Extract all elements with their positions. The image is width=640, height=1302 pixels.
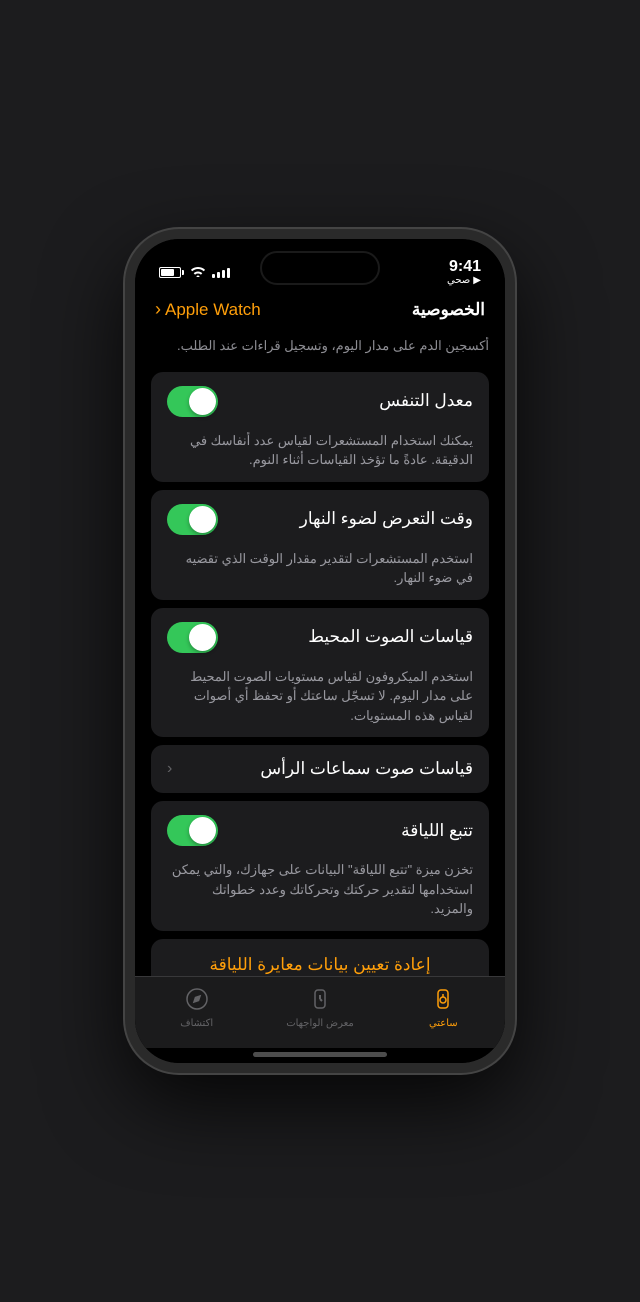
health-label: صحي ▶ [447,275,481,286]
dynamic-island [260,251,380,285]
setting-card-breathing-rate: معدل التنفس يمكنك استخدام المستشعرات لقي… [151,372,489,482]
toggle-knob [189,624,216,651]
setting-card-daylight-exposure: وقت التعرض لضوء النهار استخدم المستشعرات… [151,490,489,600]
status-left [159,265,230,279]
setting-row-fitness-tracking: تتبع اللياقة [151,801,489,860]
fitness-tracking-label: تتبع اللياقة [401,821,473,841]
ambient-sound-label: قياسات الصوت المحيط [308,627,473,647]
battery-icon [159,267,184,278]
home-indicator [253,1052,387,1057]
setting-row-headphones-sound[interactable]: قياسات صوت سماعات الرأس ‹ [151,745,489,793]
watch-faces-icon [308,987,332,1015]
my-watch-icon [431,987,455,1015]
watch-faces-label: معرض الواجهات [286,1019,354,1029]
page-title: الخصوصية [412,300,485,320]
time-display: 9:41 [449,258,481,276]
content-scroll[interactable]: أكسجين الدم على مدار اليوم، وتسجيل قراءا… [135,332,505,976]
setting-card-ambient-sound: قياسات الصوت المحيط استخدم الميكروفون لق… [151,608,489,738]
back-button[interactable]: › Apple Watch [155,299,261,320]
ambient-sound-description: استخدم الميكروفون لقياس مستويات الصوت ال… [151,667,489,738]
intro-text: أكسجين الدم على مدار اليوم، وتسجيل قراءا… [151,332,489,372]
setting-card-fitness-tracking: تتبع اللياقة تخزن ميزة "تتبع اللياقة" ال… [151,801,489,931]
tab-my-watch[interactable]: ساعتي [382,987,505,1029]
tab-bar: اكتشاف معرض الواجهات [135,976,505,1048]
breathing-rate-label: معدل التنفس [379,391,473,411]
wifi-icon [190,265,206,279]
ambient-sound-toggle[interactable] [167,622,218,653]
tab-watch-faces[interactable]: معرض الواجهات [258,987,381,1029]
back-chevron-icon: › [155,299,161,320]
toggle-knob [189,506,216,533]
signal-bars [212,266,230,278]
discover-label: اكتشاف [180,1019,213,1029]
daylight-exposure-description: استخدم المستشعرات لتقدير مقدار الوقت الذ… [151,549,489,600]
setting-card-headphones-sound[interactable]: قياسات صوت سماعات الرأس ‹ [151,745,489,793]
breathing-rate-description: يمكنك استخدام المستشعرات لقياس عدد أنفاس… [151,431,489,482]
reset-calibration-button[interactable]: إعادة تعيين بيانات معايرة اللياقة [151,939,489,977]
fitness-tracking-description: تخزن ميزة "تتبع اللياقة" البيانات على جه… [151,860,489,931]
daylight-exposure-toggle[interactable] [167,504,218,535]
my-watch-label: ساعتي [429,1019,458,1029]
toggle-knob [189,817,216,844]
discover-icon [185,987,209,1015]
status-right: 9:41 صحي ▶ [447,258,481,287]
setting-row-breathing-rate: معدل التنفس [151,372,489,431]
breathing-rate-toggle[interactable] [167,386,218,417]
daylight-exposure-label: وقت التعرض لضوء النهار [300,509,473,529]
screen: 9:41 صحي ▶ › Apple Watch الخصوصية أكسجين… [135,239,505,1063]
phone-frame: 9:41 صحي ▶ › Apple Watch الخصوصية أكسجين… [125,229,515,1073]
headphones-sound-chevron-icon: ‹ [167,760,172,778]
reset-calibration-label: إعادة تعيين بيانات معايرة اللياقة [209,955,430,974]
headphones-sound-label: قياسات صوت سماعات الرأس [260,759,473,779]
nav-header: › Apple Watch الخصوصية [135,291,505,332]
setting-row-daylight-exposure: وقت التعرض لضوء النهار [151,490,489,549]
fitness-tracking-toggle[interactable] [167,815,218,846]
toggle-knob [189,388,216,415]
back-label: Apple Watch [165,300,261,320]
setting-row-ambient-sound: قياسات الصوت المحيط [151,608,489,667]
tab-discover[interactable]: اكتشاف [135,987,258,1029]
